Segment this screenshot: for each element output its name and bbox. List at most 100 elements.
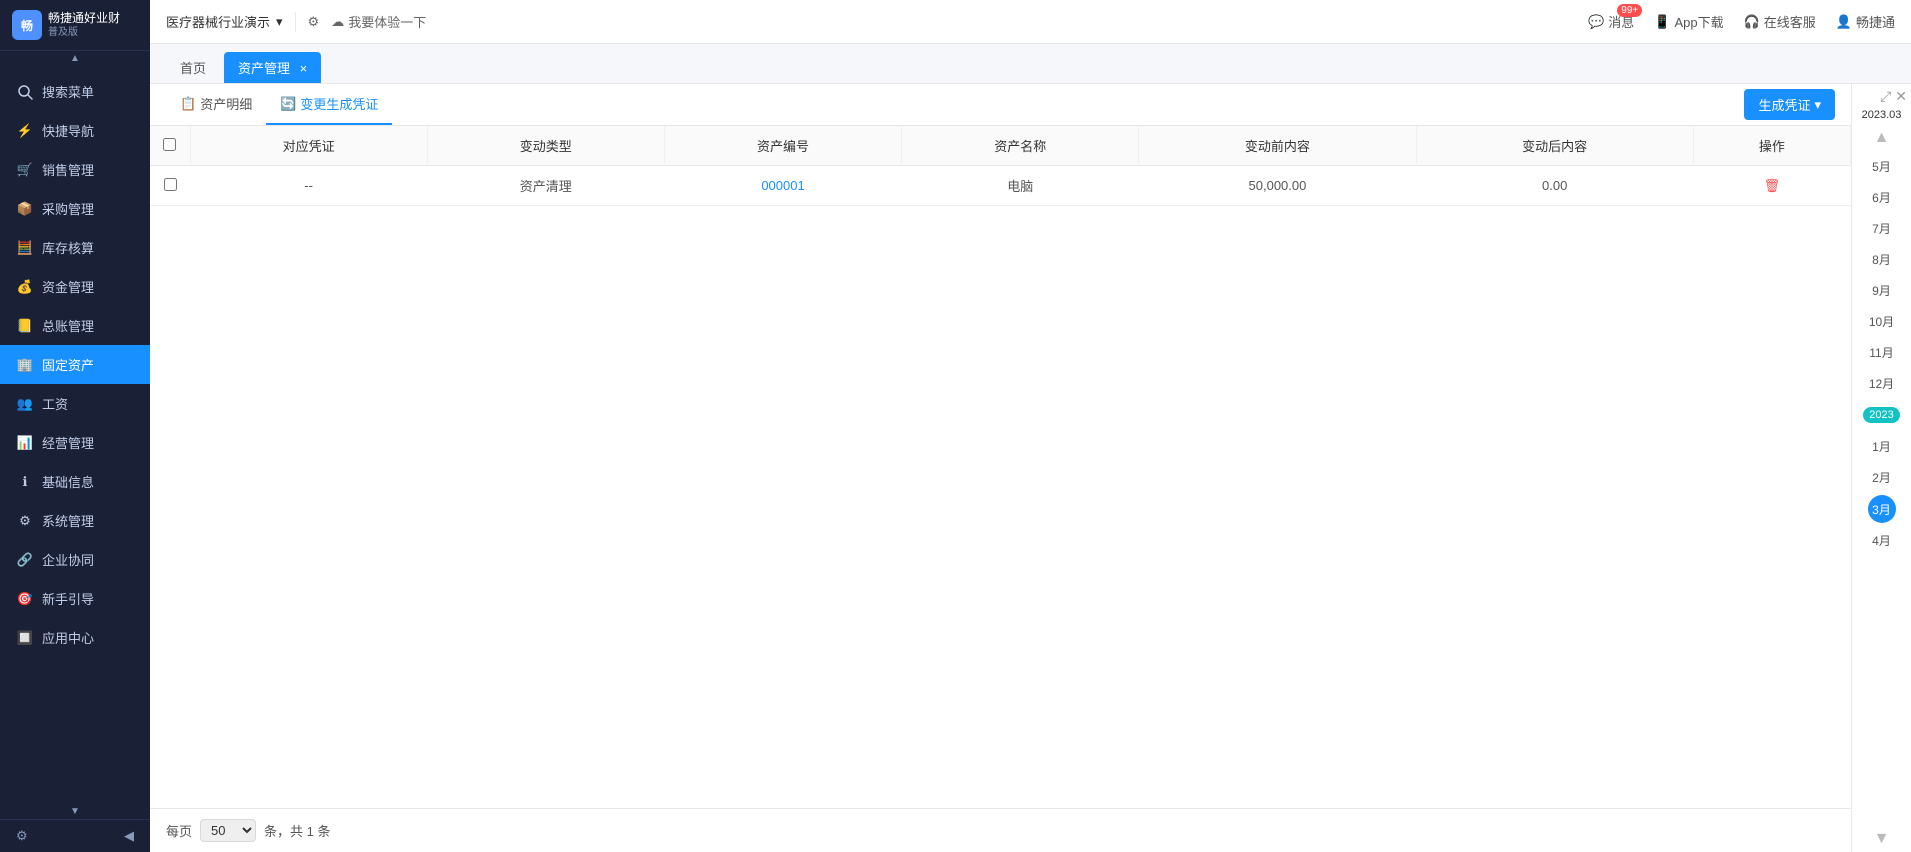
month-item-4[interactable]: 4月 — [1852, 525, 1911, 556]
asset-change-table: 对应凭证 变动类型 资产编号 资产名称 变动前内容 变动后内容 操作 — [150, 126, 1851, 206]
sidebar-item-ledger[interactable]: 📒 总账管理 — [0, 306, 150, 345]
sidebar-item-app-center[interactable]: 🔲 应用中心 — [0, 618, 150, 657]
message-button[interactable]: 💬 消息 99+ — [1588, 12, 1634, 31]
month-item-3-active[interactable]: 3月 — [1868, 495, 1896, 523]
sub-tab-asset-detail[interactable]: 📋 资产明细 — [166, 84, 266, 125]
collapse-sidebar-icon[interactable]: ◀ — [124, 828, 134, 844]
month-item-1[interactable]: 1月 — [1852, 431, 1911, 462]
col-asset-no: 资产编号 — [664, 126, 901, 166]
sidebar-item-label: 销售管理 — [42, 160, 94, 179]
sidebar-item-guide[interactable]: 🎯 新手引导 — [0, 579, 150, 618]
sub-tab-change-voucher[interactable]: 🔄 变更生成凭证 — [266, 84, 392, 125]
month-item-8[interactable]: 8月 — [1852, 244, 1911, 275]
sidebar-item-label: 基础信息 — [42, 472, 94, 491]
customer-service-button[interactable]: 🎧 在线客服 — [1744, 12, 1816, 31]
month-item-5[interactable]: 5月 — [1852, 151, 1911, 182]
sidebar-item-label: 固定资产 — [42, 355, 94, 374]
topbar-settings-icon[interactable]: ⚙ — [308, 14, 320, 30]
change-voucher-icon: 🔄 — [280, 96, 296, 112]
content-main: 📋 资产明细 🔄 变更生成凭证 生成凭证 ▾ — [150, 84, 1851, 852]
people-icon: 👥 — [16, 395, 34, 413]
sidebar-logo: 畅 畅捷通好业财 普及版 — [0, 0, 150, 51]
main-area: 医疗器械行业演示 ▾ ⚙ ☁ 我要体验一下 💬 消息 99+ 📱 App下载 🎧… — [150, 0, 1911, 852]
close-panel-icon[interactable]: ✕ — [1895, 88, 1907, 105]
sidebar-item-funds[interactable]: 💰 资金管理 — [0, 267, 150, 306]
sidebar-item-payroll[interactable]: 👥 工资 — [0, 384, 150, 423]
app-download-button[interactable]: 📱 App下载 — [1654, 12, 1723, 31]
sidebar-item-label: 库存核算 — [42, 238, 94, 257]
tab-close-icon[interactable]: × — [300, 61, 308, 76]
asset-detail-icon: 📋 — [180, 96, 196, 112]
sidebar-item-label: 资金管理 — [42, 277, 94, 296]
right-panel: ⤢ ✕ 2023.03 ▲ 5月 6月 7月 8月 9月 10月 11月 12月… — [1851, 84, 1911, 852]
month-item-2[interactable]: 2月 — [1852, 462, 1911, 493]
tab-asset-management[interactable]: 资产管理 × — [224, 52, 321, 83]
sidebar-item-label: 应用中心 — [42, 628, 94, 647]
sub-tab-label: 资产明细 — [200, 94, 252, 113]
row-asset-no[interactable]: 000001 — [664, 166, 901, 206]
month-item-12[interactable]: 12月 — [1852, 368, 1911, 399]
network-icon: 🔗 — [16, 551, 34, 569]
sidebar-item-basic-info[interactable]: ℹ 基础信息 — [0, 462, 150, 501]
row-action-cell: 🗑 — [1693, 166, 1850, 206]
delete-row-icon[interactable]: 🗑 — [1764, 178, 1781, 193]
generate-voucher-button[interactable]: 生成凭证 ▾ — [1744, 89, 1835, 120]
sidebar-item-fixed-assets[interactable]: 🏢 固定资产 — [0, 345, 150, 384]
month-item-6[interactable]: 6月 — [1852, 182, 1911, 213]
gear-icon: ⚙ — [16, 512, 34, 530]
month-item-9[interactable]: 9月 — [1852, 275, 1911, 306]
sidebar-item-inventory[interactable]: 🧮 库存核算 — [0, 228, 150, 267]
message-icon: 💬 — [1588, 14, 1604, 30]
settings-footer-icon[interactable]: ⚙ — [16, 828, 28, 844]
month-item-11[interactable]: 11月 — [1852, 337, 1911, 368]
sidebar-item-label: 新手引导 — [42, 589, 94, 608]
topbar-right: 💬 消息 99+ 📱 App下载 🎧 在线客服 👤 畅捷通 — [1588, 12, 1895, 31]
book-icon: 📒 — [16, 317, 34, 335]
month-item-7[interactable]: 7月 — [1852, 213, 1911, 244]
sidebar-item-sales[interactable]: 🛒 销售管理 — [0, 150, 150, 189]
sidebar-item-system[interactable]: ⚙ 系统管理 — [0, 501, 150, 540]
cloud-icon: ☁ — [331, 14, 344, 30]
sidebar-item-business[interactable]: 📊 经营管理 — [0, 423, 150, 462]
sidebar-scroll-down[interactable]: ▼ — [0, 804, 150, 819]
message-badge: 99+ — [1617, 4, 1642, 17]
panel-current-period: 2023.03 — [1852, 105, 1911, 125]
search-icon — [16, 83, 34, 101]
per-page-select[interactable]: 10 20 50 100 — [200, 819, 256, 842]
sidebar-item-label: 快捷导航 — [42, 121, 94, 140]
app-download-label: App下载 — [1674, 12, 1723, 31]
topbar-experience[interactable]: ☁ 我要体验一下 — [331, 12, 426, 31]
sidebar-item-label: 搜索菜单 — [42, 82, 94, 101]
col-voucher: 对应凭证 — [190, 126, 427, 166]
expand-panel-icon[interactable]: ⤢ — [1880, 88, 1891, 105]
table-row: -- 资产清理 000001 电脑 50,000.00 0.00 🗑 — [150, 166, 1851, 206]
table-footer: 每页 10 20 50 100 条，共 1 条 — [150, 808, 1851, 852]
panel-nav-down[interactable]: ▼ — [1870, 826, 1894, 852]
generate-btn-label: 生成凭证 — [1758, 95, 1810, 114]
select-all-checkbox[interactable] — [163, 138, 176, 151]
sidebar-item-enterprise[interactable]: 🔗 企业协同 — [0, 540, 150, 579]
year-2023-label[interactable]: 2023 — [1863, 407, 1899, 423]
topbar-divider — [295, 12, 296, 32]
sidebar-item-purchase[interactable]: 📦 采购管理 — [0, 189, 150, 228]
company-dropdown-icon: ▾ — [276, 14, 283, 30]
sub-tabs-right: 生成凭证 ▾ — [1744, 89, 1835, 120]
row-voucher: -- — [190, 166, 427, 206]
user-menu[interactable]: 👤 畅捷通 — [1836, 12, 1895, 31]
row-before-value: 50,000.00 — [1139, 166, 1416, 206]
row-checkbox[interactable] — [164, 178, 177, 191]
sidebar-scroll-up[interactable]: ▲ — [0, 51, 150, 66]
sidebar-item-quick-nav[interactable]: ⚡ 快捷导航 — [0, 111, 150, 150]
chart-icon: 📊 — [16, 434, 34, 452]
panel-nav-up[interactable]: ▲ — [1870, 125, 1894, 151]
month-item-10[interactable]: 10月 — [1852, 306, 1911, 337]
company-selector[interactable]: 医疗器械行业演示 ▾ — [166, 12, 283, 31]
cart-icon: 🛒 — [16, 161, 34, 179]
col-asset-name: 资产名称 — [902, 126, 1139, 166]
col-change-type: 变动类型 — [427, 126, 664, 166]
col-before: 变动前内容 — [1139, 126, 1416, 166]
tab-label: 资产管理 — [238, 61, 290, 76]
tab-home[interactable]: 首页 — [166, 52, 220, 83]
sidebar-item-search[interactable]: 搜索菜单 — [0, 72, 150, 111]
col-after: 变动后内容 — [1416, 126, 1693, 166]
